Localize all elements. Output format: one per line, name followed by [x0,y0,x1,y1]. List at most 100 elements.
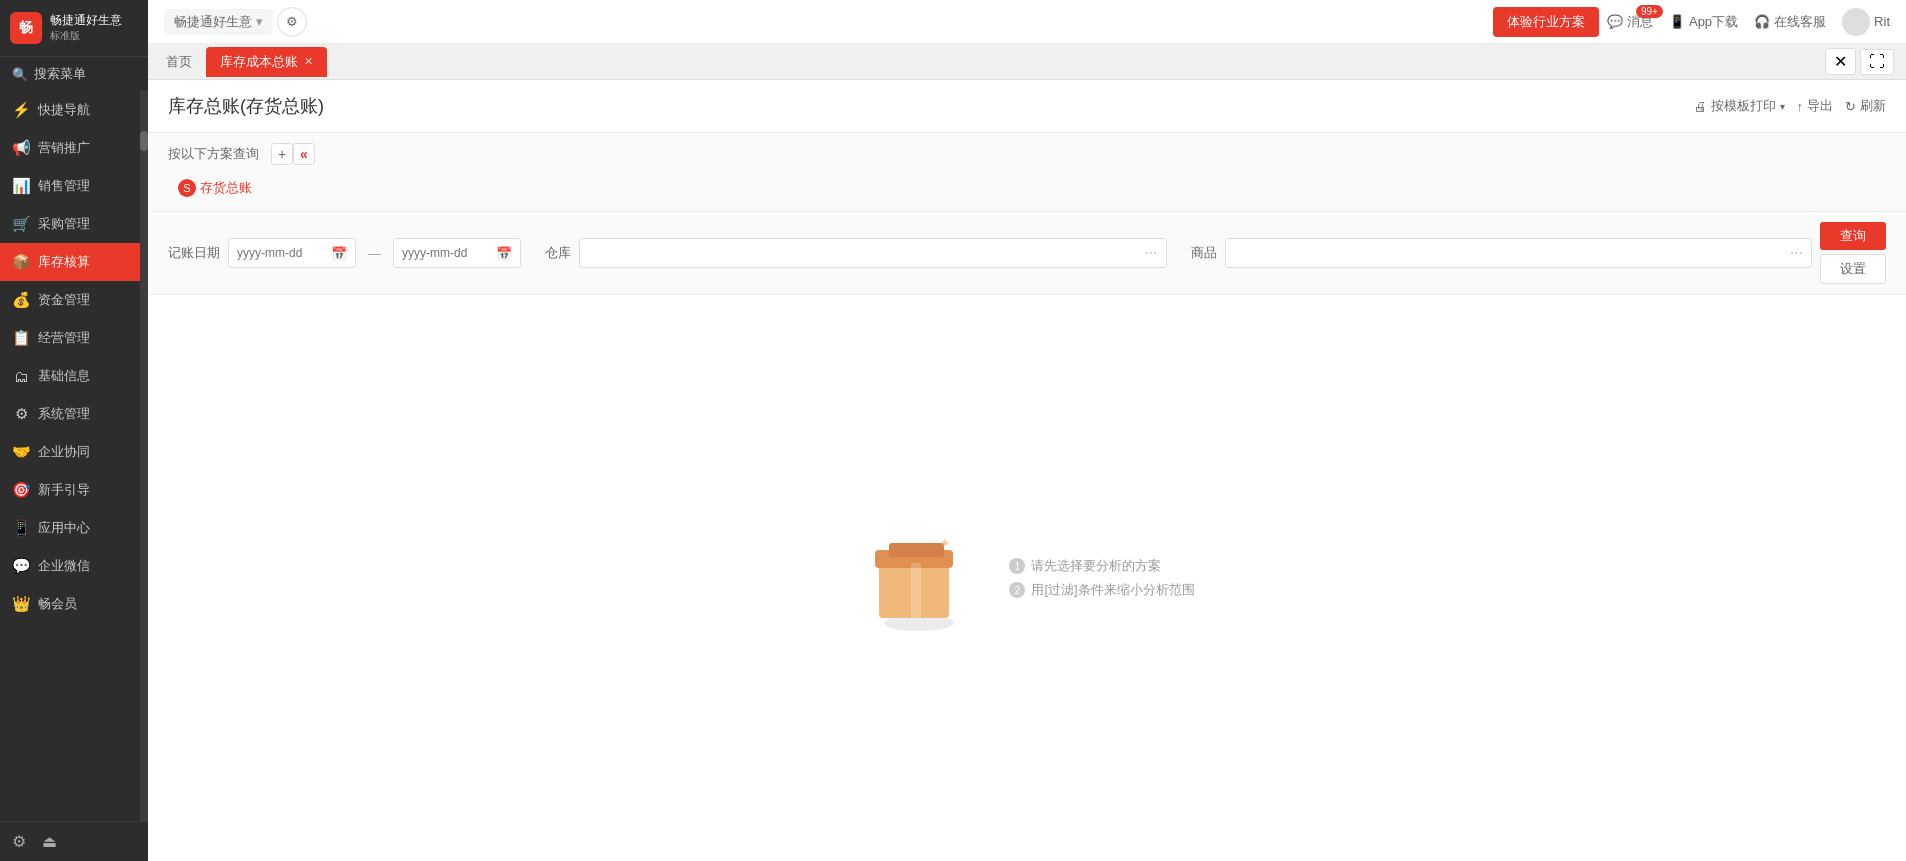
avatar [1842,8,1870,36]
export-button[interactable]: ↑ 导出 [1797,97,1834,115]
operations-icon: 📋 [12,329,30,347]
messages-badge: 99+ [1636,5,1663,18]
sidebar-item-wechat[interactable]: 💬 企业微信 [0,547,140,585]
sidebar-item-cooperation[interactable]: 🤝 企业协同 [0,433,140,471]
svg-text:✦: ✦ [939,535,951,551]
user-avatar[interactable]: Rit [1842,8,1890,36]
topbar-right: 💬 消息 99+ 📱 App下载 🎧 在线客服 Rit [1607,8,1890,36]
search-menu-label: 搜索菜单 [34,65,86,83]
breadcrumb-text: 畅捷通好生意 [174,13,252,31]
app-logo: 畅 畅捷通好生意 标准版 [0,0,148,57]
sidebar-item-marketing[interactable]: 📢 营销推广 [0,129,140,167]
topbar-nav: 畅捷通好生意 ▾ ⚙ [164,7,1485,37]
sidebar-item-label: 采购管理 [38,215,90,233]
settings-footer-icon[interactable]: ⚙ [12,832,26,851]
sidebar: 畅 畅捷通好生意 标准版 🔍 搜索菜单 ⚡ 快捷导航 📢 营销推广 📊 销售管理 [0,0,148,861]
product-input[interactable]: ··· [1225,238,1813,268]
sidebar-item-label: 企业协同 [38,443,90,461]
online-support-btn[interactable]: 🎧 在线客服 [1754,13,1826,31]
empty-svg: ✦ ✦ [859,518,979,638]
appcenter-icon: 📱 [12,519,30,537]
topbar: 畅捷通好生意 ▾ ⚙ 体验行业方案 💬 消息 99+ 📱 App下载 🎧 在线客… [148,0,1906,44]
sidebar-item-sales[interactable]: 📊 销售管理 [0,167,140,205]
sidebar-item-purchase[interactable]: 🛒 采购管理 [0,205,140,243]
warehouse-input[interactable]: ··· [579,238,1167,268]
refresh-button[interactable]: ↻ 刷新 [1845,97,1886,115]
settings-button[interactable]: 设置 [1820,254,1886,284]
tab-bar: 首页 库存成本总账 ✕ ✕ ⛶ [148,44,1906,80]
sidebar-item-label: 经营管理 [38,329,90,347]
tab-home-label: 首页 [166,53,192,71]
industry-solution-button[interactable]: 体验行业方案 [1493,7,1599,37]
empty-state: ✦ ✦ 1 请先选择要分析的方案 2 用[过滤]条件来缩小分析范围 [148,295,1906,861]
breadcrumb[interactable]: 畅捷通好生意 ▾ [164,9,273,35]
scheme-item-inventory[interactable]: S 存货总账 [168,175,262,201]
sidebar-item-guide[interactable]: 🎯 新手引导 [0,471,140,509]
product-field-group: 商品 ··· [1175,238,1813,268]
tab-close-icon[interactable]: ✕ [304,55,313,68]
sidebar-item-finance[interactable]: 💰 资金管理 [0,281,140,319]
sidebar-item-inventory[interactable]: 📦 库存核算 [0,243,140,281]
query-button[interactable]: 查询 [1820,222,1886,250]
product-label: 商品 [1191,244,1225,262]
sidebar-item-quick-nav[interactable]: ⚡ 快捷导航 [0,91,140,129]
warehouse-more-icon[interactable]: ··· [1144,244,1157,262]
audio-footer-icon[interactable]: ⏏ [42,832,57,851]
date-label: 记账日期 [168,244,220,262]
phone-icon: 📱 [1669,14,1685,29]
main-content: 畅捷通好生意 ▾ ⚙ 体验行业方案 💬 消息 99+ 📱 App下载 🎧 在线客… [148,0,1906,861]
refresh-icon: ↻ [1845,99,1856,114]
topbar-settings-icon[interactable]: ⚙ [277,7,307,37]
svg-text:✦: ✦ [874,559,882,570]
messages-btn[interactable]: 💬 消息 99+ [1607,13,1653,31]
sidebar-item-label: 快捷导航 [38,101,90,119]
logo-icon: 畅 [10,12,42,44]
sidebar-item-appcenter[interactable]: 📱 应用中心 [0,509,140,547]
date-start-field[interactable] [237,246,327,260]
search-menu[interactable]: 🔍 搜索菜单 [0,57,148,91]
message-icon: 💬 [1607,14,1623,29]
app-download-label: App下载 [1689,13,1738,31]
calendar-start-icon[interactable]: 📅 [331,246,347,261]
empty-text: 1 请先选择要分析的方案 2 用[过滤]条件来缩小分析范围 [1009,551,1194,605]
page-title: 库存总账(存货总账) [168,94,324,118]
scheme-item-label: 存货总账 [200,179,252,197]
product-more-icon[interactable]: ··· [1790,244,1803,262]
system-icon: ⚙ [12,405,30,423]
filter-scheme-row: 按以下方案查询 + « [168,143,1886,165]
marketing-icon: 📢 [12,139,30,157]
inventory-icon: 📦 [12,253,30,271]
user-name: Rit [1874,14,1890,29]
sidebar-item-label: 销售管理 [38,177,90,195]
print-icon: 🖨 [1694,99,1707,114]
warehouse-label: 仓库 [545,244,579,262]
filter-collapse-button[interactable]: « [293,143,315,165]
date-start-input[interactable]: 📅 [228,238,356,268]
expand-panel-button[interactable]: ⛶ [1860,49,1894,75]
date-end-input[interactable]: 📅 [393,238,521,268]
cooperation-icon: 🤝 [12,443,30,461]
app-download-btn[interactable]: 📱 App下载 [1669,13,1738,31]
tab-inventory-cost[interactable]: 库存成本总账 ✕ [206,47,327,77]
page-content: 库存总账(存货总账) 🖨 按模板打印 ▾ ↑ 导出 ↻ 刷新 [148,80,1906,861]
sidebar-item-basic[interactable]: 🗂 基础信息 [0,357,140,395]
sidebar-item-system[interactable]: ⚙ 系统管理 [0,395,140,433]
filter-scheme: S 存货总账 [168,175,1886,201]
purchase-icon: 🛒 [12,215,30,233]
close-panel-button[interactable]: ✕ [1825,48,1856,75]
app-name: 畅捷通好生意 [50,13,122,29]
print-button[interactable]: 🖨 按模板打印 ▾ [1694,97,1785,115]
filter-add-button[interactable]: + [271,143,293,165]
sidebar-item-member[interactable]: 👑 畅会员 [0,585,140,623]
calendar-end-icon[interactable]: 📅 [496,246,512,261]
sidebar-item-label: 库存核算 [38,253,90,271]
step1-badge: 1 [1009,558,1025,574]
tab-home[interactable]: 首页 [152,47,206,77]
sidebar-item-operations[interactable]: 📋 经营管理 [0,319,140,357]
quick-nav-icon: ⚡ [12,101,30,119]
sidebar-item-label: 营销推广 [38,139,90,157]
empty-illustration: ✦ ✦ [859,518,979,638]
member-icon: 👑 [12,595,30,613]
sidebar-scrollbar[interactable] [140,91,148,821]
date-end-field[interactable] [402,246,492,260]
